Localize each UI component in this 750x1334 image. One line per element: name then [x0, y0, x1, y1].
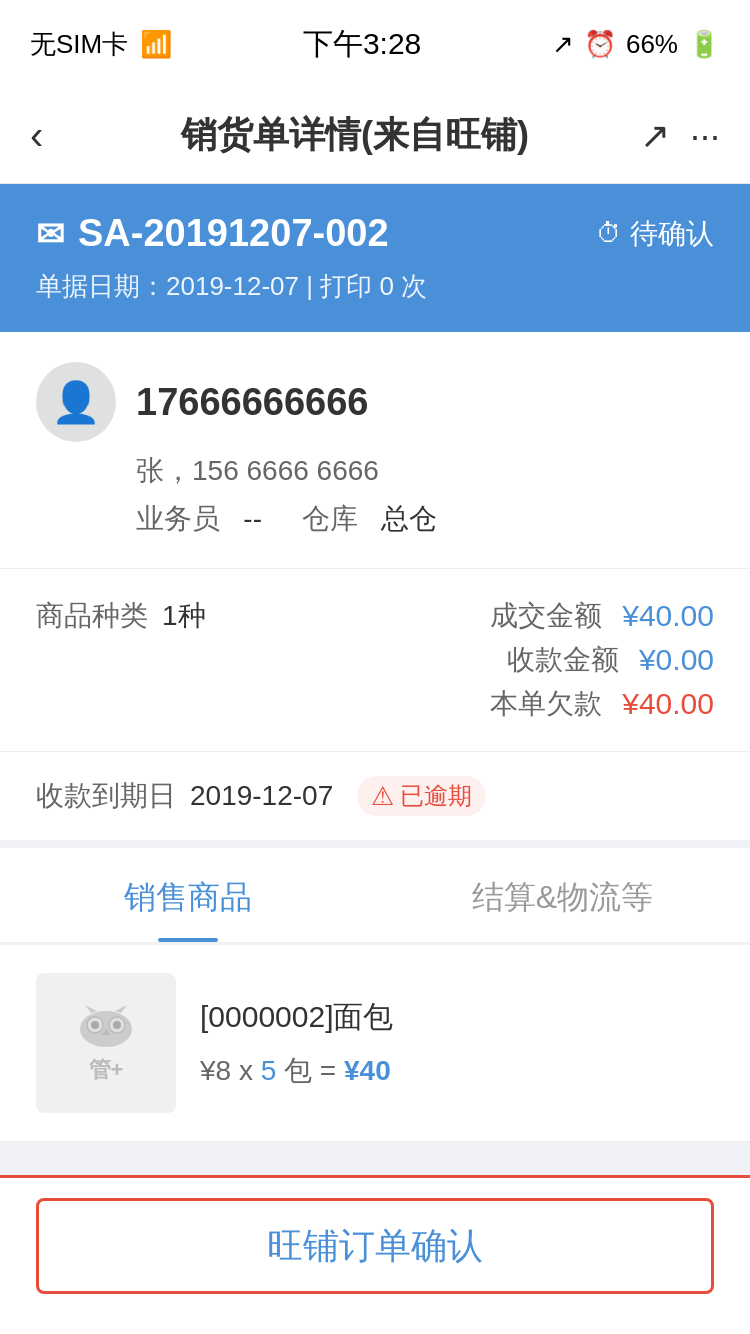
- due-date-section: 收款到期日 2019-12-07 ⚠ 已逾期: [0, 752, 750, 848]
- avatar-icon: 👤: [51, 379, 101, 426]
- product-info: [0000002]面包 ¥8 x 5 包 = ¥40: [200, 997, 714, 1090]
- owl-icon: [71, 1001, 141, 1051]
- bottom-bar: 旺铺订单确认: [0, 1175, 750, 1334]
- owed-amount-row: 本单欠款 ¥40.00: [490, 685, 714, 723]
- overdue-badge: ⚠ 已逾期: [357, 776, 486, 816]
- summary-section: 商品种类 1种 成交金额 ¥40.00 收款金额 ¥0.00 本单欠款 ¥40.…: [0, 569, 750, 752]
- nav-bar: ‹ 销货单详情(来自旺铺) ↗ ···: [0, 88, 750, 184]
- battery-icon: 🔋: [688, 29, 720, 60]
- banner-top: ✉ SA-20191207-002 ⏱ 待确认: [36, 212, 714, 255]
- svg-marker-7: [115, 1005, 127, 1013]
- product-thumbnail: 管+: [36, 973, 176, 1113]
- customer-section: 👤 17666666666 张，156 6666 6666 业务员 -- 仓库 …: [0, 332, 750, 569]
- product-thumb-inner: 管+: [36, 973, 176, 1113]
- status-right: ↗ ⏰ 66% 🔋: [552, 29, 720, 60]
- product-item: 管+ [0000002]面包 ¥8 x 5 包 = ¥40: [36, 973, 714, 1113]
- warehouse-label: 仓库 总仓: [302, 500, 437, 538]
- carrier-text: 无SIM卡: [30, 27, 128, 62]
- overdue-icon: ⚠: [371, 781, 394, 812]
- order-icon: ✉: [36, 214, 64, 254]
- tab-settlement[interactable]: 结算&物流等: [375, 848, 750, 942]
- customer-phone: 17666666666: [136, 381, 368, 424]
- due-date-value: 2019-12-07: [190, 780, 333, 812]
- avatar: 👤: [36, 362, 116, 442]
- battery-text: 66%: [626, 29, 678, 60]
- overdue-text: 已逾期: [400, 780, 472, 812]
- location-icon: ↗: [552, 29, 574, 60]
- product-section: 管+ [0000002]面包 ¥8 x 5 包 = ¥40: [0, 945, 750, 1142]
- product-price: ¥8: [200, 1055, 231, 1086]
- wifi-icon: 📶: [140, 29, 172, 60]
- order-id: ✉ SA-20191207-002: [36, 212, 389, 255]
- customer-meta: 业务员 -- 仓库 总仓: [136, 500, 714, 538]
- warehouse-value: 总仓: [381, 503, 437, 534]
- tab-settlement-label: 结算&物流等: [472, 879, 653, 915]
- confirm-button[interactable]: 旺铺订单确认: [36, 1198, 714, 1294]
- status-left: 无SIM卡 📶: [30, 27, 172, 62]
- product-total: ¥40: [344, 1055, 391, 1086]
- product-brand-text: 管+: [89, 1055, 124, 1085]
- nav-actions: ↗ ···: [620, 115, 720, 157]
- banner-date: 单据日期：2019-12-07 | 打印 0 次: [36, 269, 714, 304]
- customer-name: 张，156 6666 6666: [136, 452, 714, 490]
- page-title: 销货单详情(来自旺铺): [90, 111, 620, 160]
- header-banner: ✉ SA-20191207-002 ⏱ 待确认 单据日期：2019-12-07 …: [0, 184, 750, 332]
- tab-sales[interactable]: 销售商品: [0, 848, 375, 942]
- payment-amount-label: 收款金额: [507, 641, 619, 679]
- salesperson-value: --: [243, 503, 262, 534]
- product-name: [0000002]面包: [200, 997, 714, 1038]
- deal-amount-row: 成交金额 ¥40.00: [490, 597, 714, 635]
- svg-point-4: [113, 1021, 121, 1029]
- status-clock-icon: ⏱: [596, 218, 622, 249]
- summary-right: 成交金额 ¥40.00 收款金额 ¥0.00 本单欠款 ¥40.00: [490, 597, 714, 723]
- deal-amount-label: 成交金额: [490, 597, 602, 635]
- svg-marker-6: [85, 1005, 97, 1013]
- share-icon[interactable]: ↗: [640, 115, 670, 157]
- payment-amount-value: ¥0.00: [639, 643, 714, 677]
- category-row: 商品种类 1种: [36, 597, 206, 635]
- status-time: 下午3:28: [303, 24, 421, 65]
- tab-sales-label: 销售商品: [124, 879, 252, 915]
- alarm-icon: ⏰: [584, 29, 616, 60]
- owed-amount-label: 本单欠款: [490, 685, 602, 723]
- deal-amount-value: ¥40.00: [622, 599, 714, 633]
- category-value: 1种: [162, 597, 206, 635]
- product-qty: 5: [261, 1055, 277, 1086]
- owed-amount-value: ¥40.00: [622, 687, 714, 721]
- status-text: 待确认: [630, 215, 714, 253]
- tabs-section: 销售商品 结算&物流等: [0, 848, 750, 943]
- customer-row: 👤 17666666666: [36, 362, 714, 442]
- status-bar: 无SIM卡 📶 下午3:28 ↗ ⏰ 66% 🔋: [0, 0, 750, 88]
- category-label: 商品种类: [36, 597, 148, 635]
- product-unit: 包: [284, 1055, 312, 1086]
- back-button[interactable]: ‹: [30, 113, 90, 158]
- payment-amount-row: 收款金额 ¥0.00: [507, 641, 714, 679]
- order-status: ⏱ 待确认: [596, 215, 714, 253]
- due-date-label: 收款到期日: [36, 777, 176, 815]
- svg-point-3: [91, 1021, 99, 1029]
- order-id-text: SA-20191207-002: [78, 212, 389, 255]
- product-calc: ¥8 x 5 包 = ¥40: [200, 1052, 714, 1090]
- summary-left: 商品种类 1种: [36, 597, 206, 635]
- salesperson-label: 业务员 --: [136, 500, 262, 538]
- more-icon[interactable]: ···: [690, 115, 720, 157]
